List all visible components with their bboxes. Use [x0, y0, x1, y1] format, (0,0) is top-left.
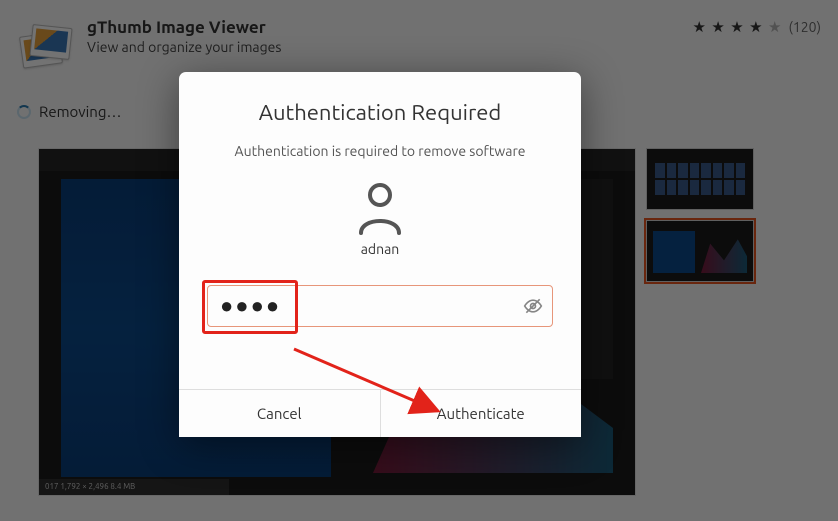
password-input[interactable] — [208, 286, 514, 326]
eye-off-icon — [523, 296, 543, 316]
auth-dialog: Authentication Required Authentication i… — [179, 72, 581, 437]
dialog-username: adnan — [361, 241, 400, 257]
dialog-title: Authentication Required — [259, 100, 502, 125]
user-icon — [355, 181, 405, 235]
toggle-password-visibility-button[interactable] — [514, 286, 552, 326]
cancel-button[interactable]: Cancel — [179, 390, 380, 437]
authenticate-button[interactable]: Authenticate — [380, 390, 582, 437]
dialog-subtitle: Authentication is required to remove sof… — [235, 143, 526, 159]
